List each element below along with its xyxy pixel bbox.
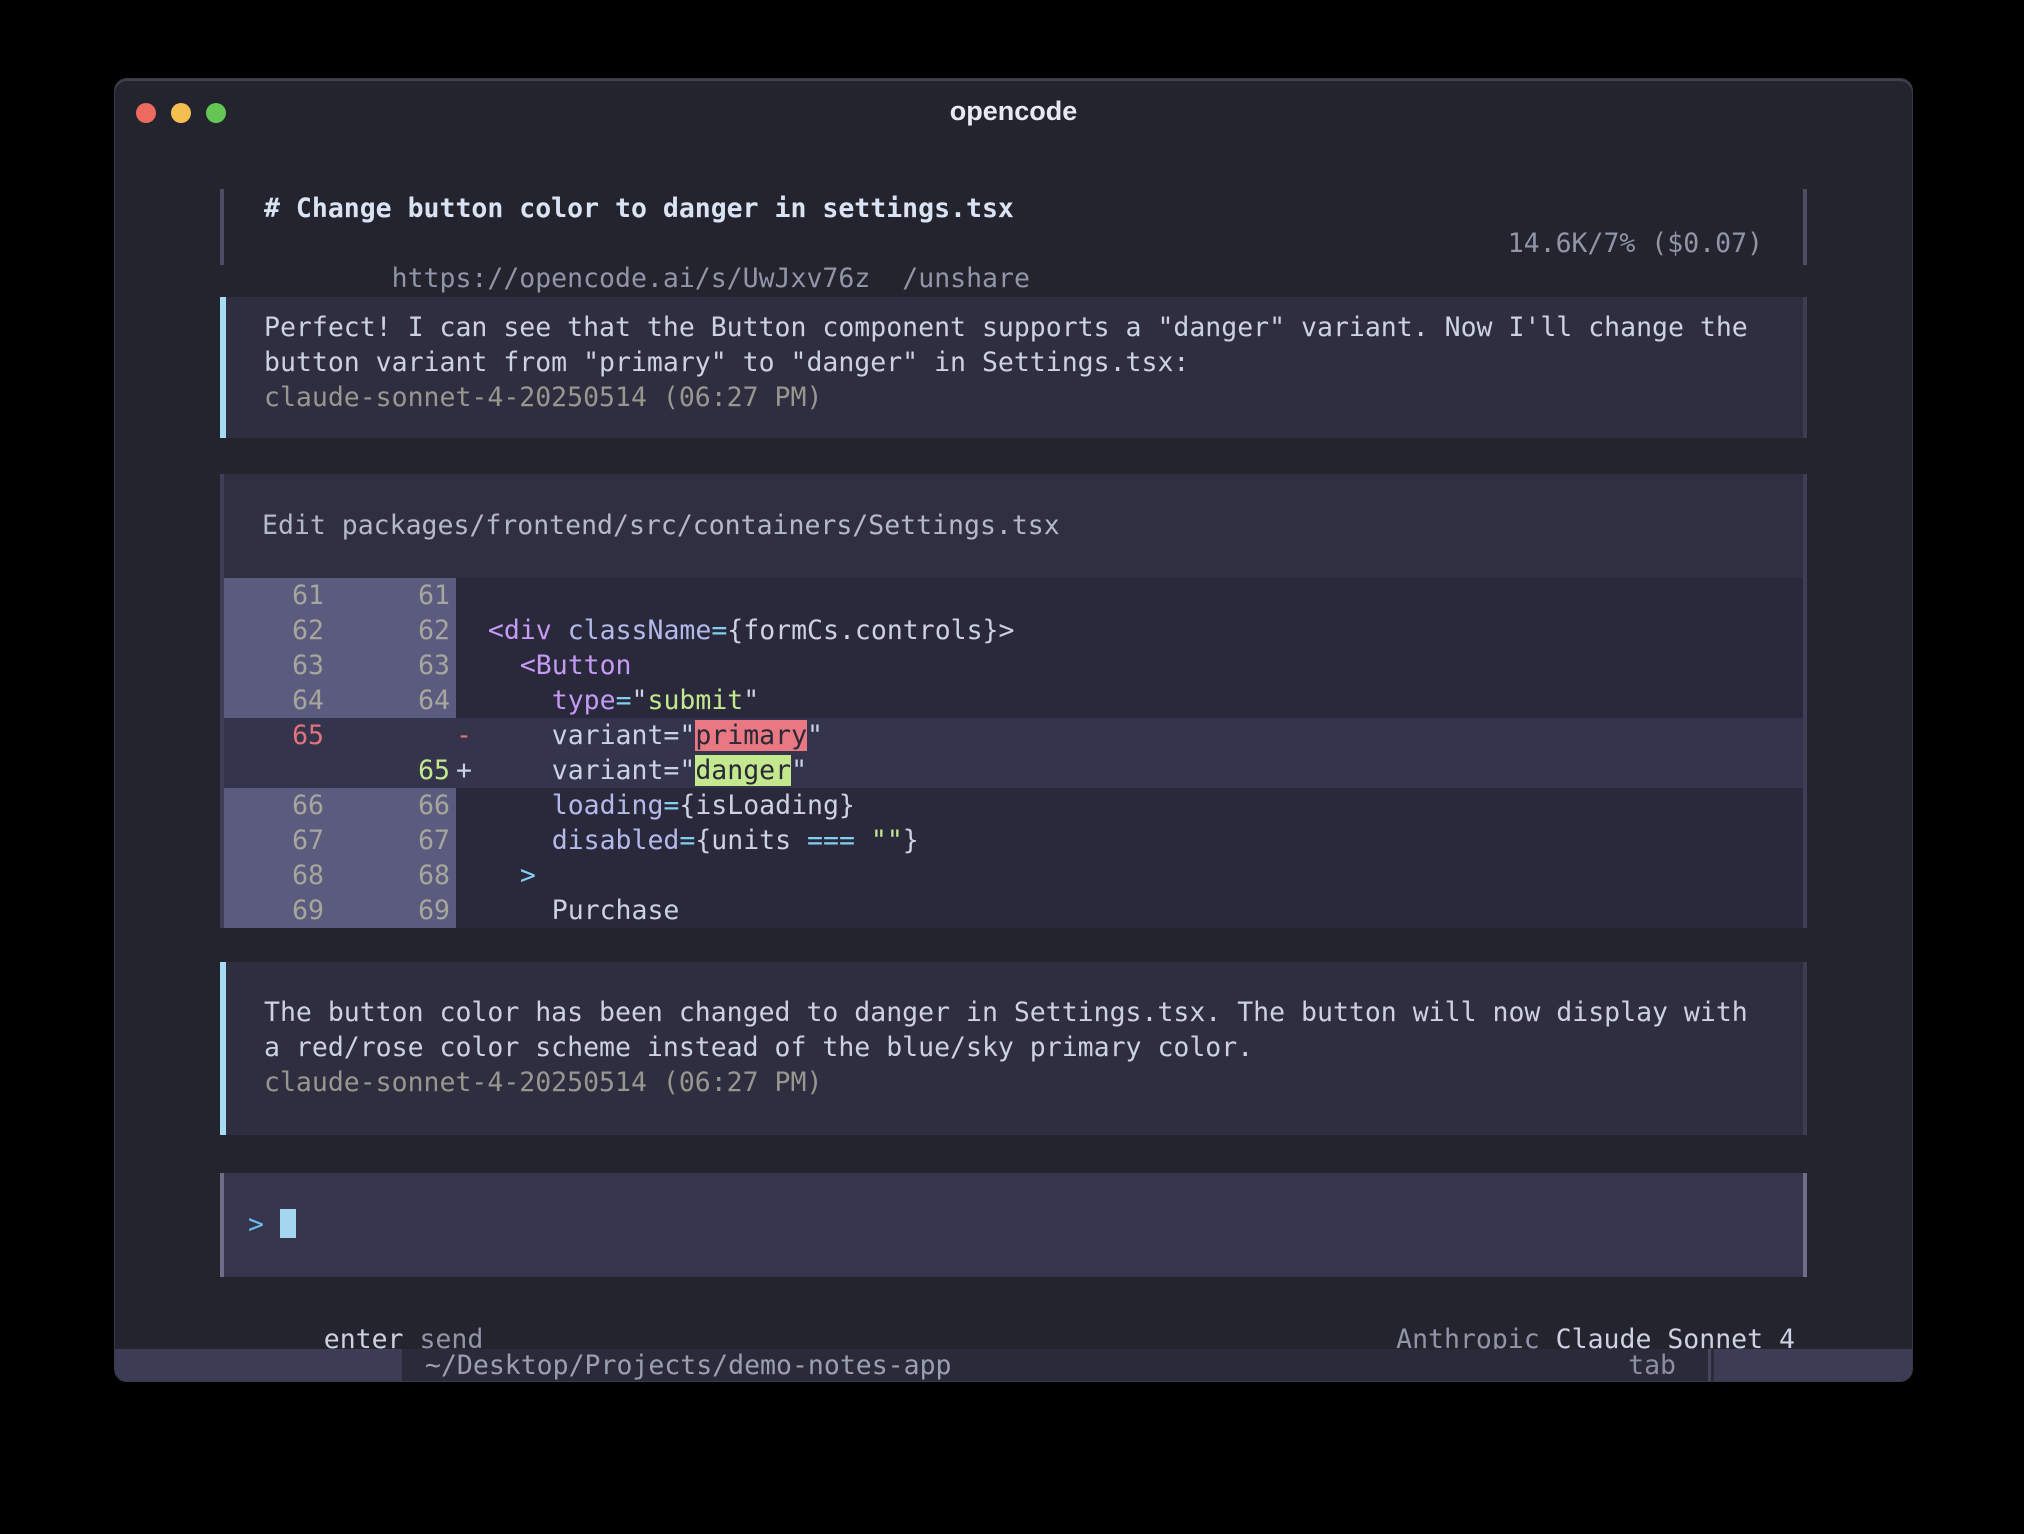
diff-old-line-number: 63 [224,648,340,683]
diff-old-line-number [224,753,340,788]
diff-new-line-number: 66 [340,788,456,823]
share-url-link[interactable]: https://opencode.ai/s/UwJxv76z [392,263,871,294]
diff-row: 65 - variant="primary" [224,718,1803,753]
diff-code-line: > [456,858,1803,893]
prompt-input[interactable]: > [220,1173,1807,1277]
diff-new-line-number: 63 [340,648,456,683]
diff-new-line-number: 65 [340,753,456,788]
tab-key-hint: tab [1628,1349,1676,1382]
status-divider [1708,1349,1711,1382]
diff-code-line: + variant="danger" [456,753,1803,788]
assistant-message: The button color has been changed to dan… [220,962,1807,1135]
diff-old-line-number: 68 [224,858,340,893]
diff-row: 6666 loading={isLoading} [224,788,1803,823]
diff-old-line-number: 61 [224,578,340,613]
diff-old-line-number: 67 [224,823,340,858]
diff-code-line: type="submit" [456,683,1803,718]
diff-old-line-number: 64 [224,683,340,718]
text-cursor [280,1209,296,1238]
edit-tool-block: Edit packages/frontend/src/containers/Se… [220,474,1807,928]
diff-row: 6262 <div className={formCs.controls}> [224,613,1803,648]
diff-old-line-number: 65 [224,718,340,753]
diff-row: 6767 disabled={units === ""} [224,823,1803,858]
diff-row: 6161 [224,578,1803,613]
mode-badge[interactable]: BUILD MODE [1714,1349,1913,1382]
hint-row: enter send Anthropic Claude Sonnet 4 [220,1287,1807,1323]
message-text-line: Perfect! I can see that the Button compo… [264,310,1783,345]
assistant-message: Perfect! I can see that the Button compo… [220,297,1807,438]
model-timestamp: claude-sonnet-4-20250514 (06:27 PM) [264,380,1783,415]
unshare-command[interactable]: /unshare [902,263,1030,294]
model-timestamp: claude-sonnet-4-20250514 (06:27 PM) [264,1065,1783,1100]
edit-tool-header: Edit packages/frontend/src/containers/Se… [224,474,1803,578]
message-text-line: a red/rose color scheme instead of the b… [264,1030,1783,1065]
diff-new-line-number: 69 [340,893,456,928]
diff-new-line-number: 62 [340,613,456,648]
diff-old-line-number: 66 [224,788,340,823]
diff-old-line-number: 69 [224,893,340,928]
diff-body: 61616262 <div className={formCs.controls… [224,578,1803,928]
app-version-badge: opencode v0.3.11 [115,1349,402,1382]
window-title: opencode [115,96,1912,127]
diff-code-line: - variant="primary" [456,718,1803,753]
diff-row: 65+ variant="danger" [224,753,1803,788]
window-titlebar: opencode [115,79,1912,143]
diff-code-line: loading={isLoading} [456,788,1803,823]
diff-old-line-number: 62 [224,613,340,648]
prompt-symbol: > [248,1209,264,1240]
diff-code-line: disabled={units === ""} [456,823,1803,858]
message-text-line: The button color has been changed to dan… [264,995,1783,1030]
diff-new-line-number: 68 [340,858,456,893]
session-header: # Change button color to danger in setti… [220,189,1807,265]
diff-code-line: Purchase [456,893,1803,928]
status-bar: opencode v0.3.11 ~/Desktop/Projects/demo… [115,1349,1913,1382]
diff-row: 6969 Purchase [224,893,1803,928]
session-title: # Change button color to danger in setti… [264,191,1763,226]
diff-new-line-number: 64 [340,683,456,718]
diff-code-line: <div className={formCs.controls}> [456,613,1803,648]
working-directory: ~/Desktop/Projects/demo-notes-app [425,1349,952,1382]
diff-new-line-number: 67 [340,823,456,858]
diff-row: 6868 > [224,858,1803,893]
diff-new-line-number [340,718,456,753]
diff-new-line-number: 61 [340,578,456,613]
diff-row: 6464 type="submit" [224,683,1803,718]
opencode-terminal-window: opencode # Change button color to danger… [114,78,1913,1382]
diff-code-line: <Button [456,648,1803,683]
diff-code-line [456,578,1803,613]
message-text-line: button variant from "primary" to "danger… [264,345,1783,380]
diff-row: 6363 <Button [224,648,1803,683]
